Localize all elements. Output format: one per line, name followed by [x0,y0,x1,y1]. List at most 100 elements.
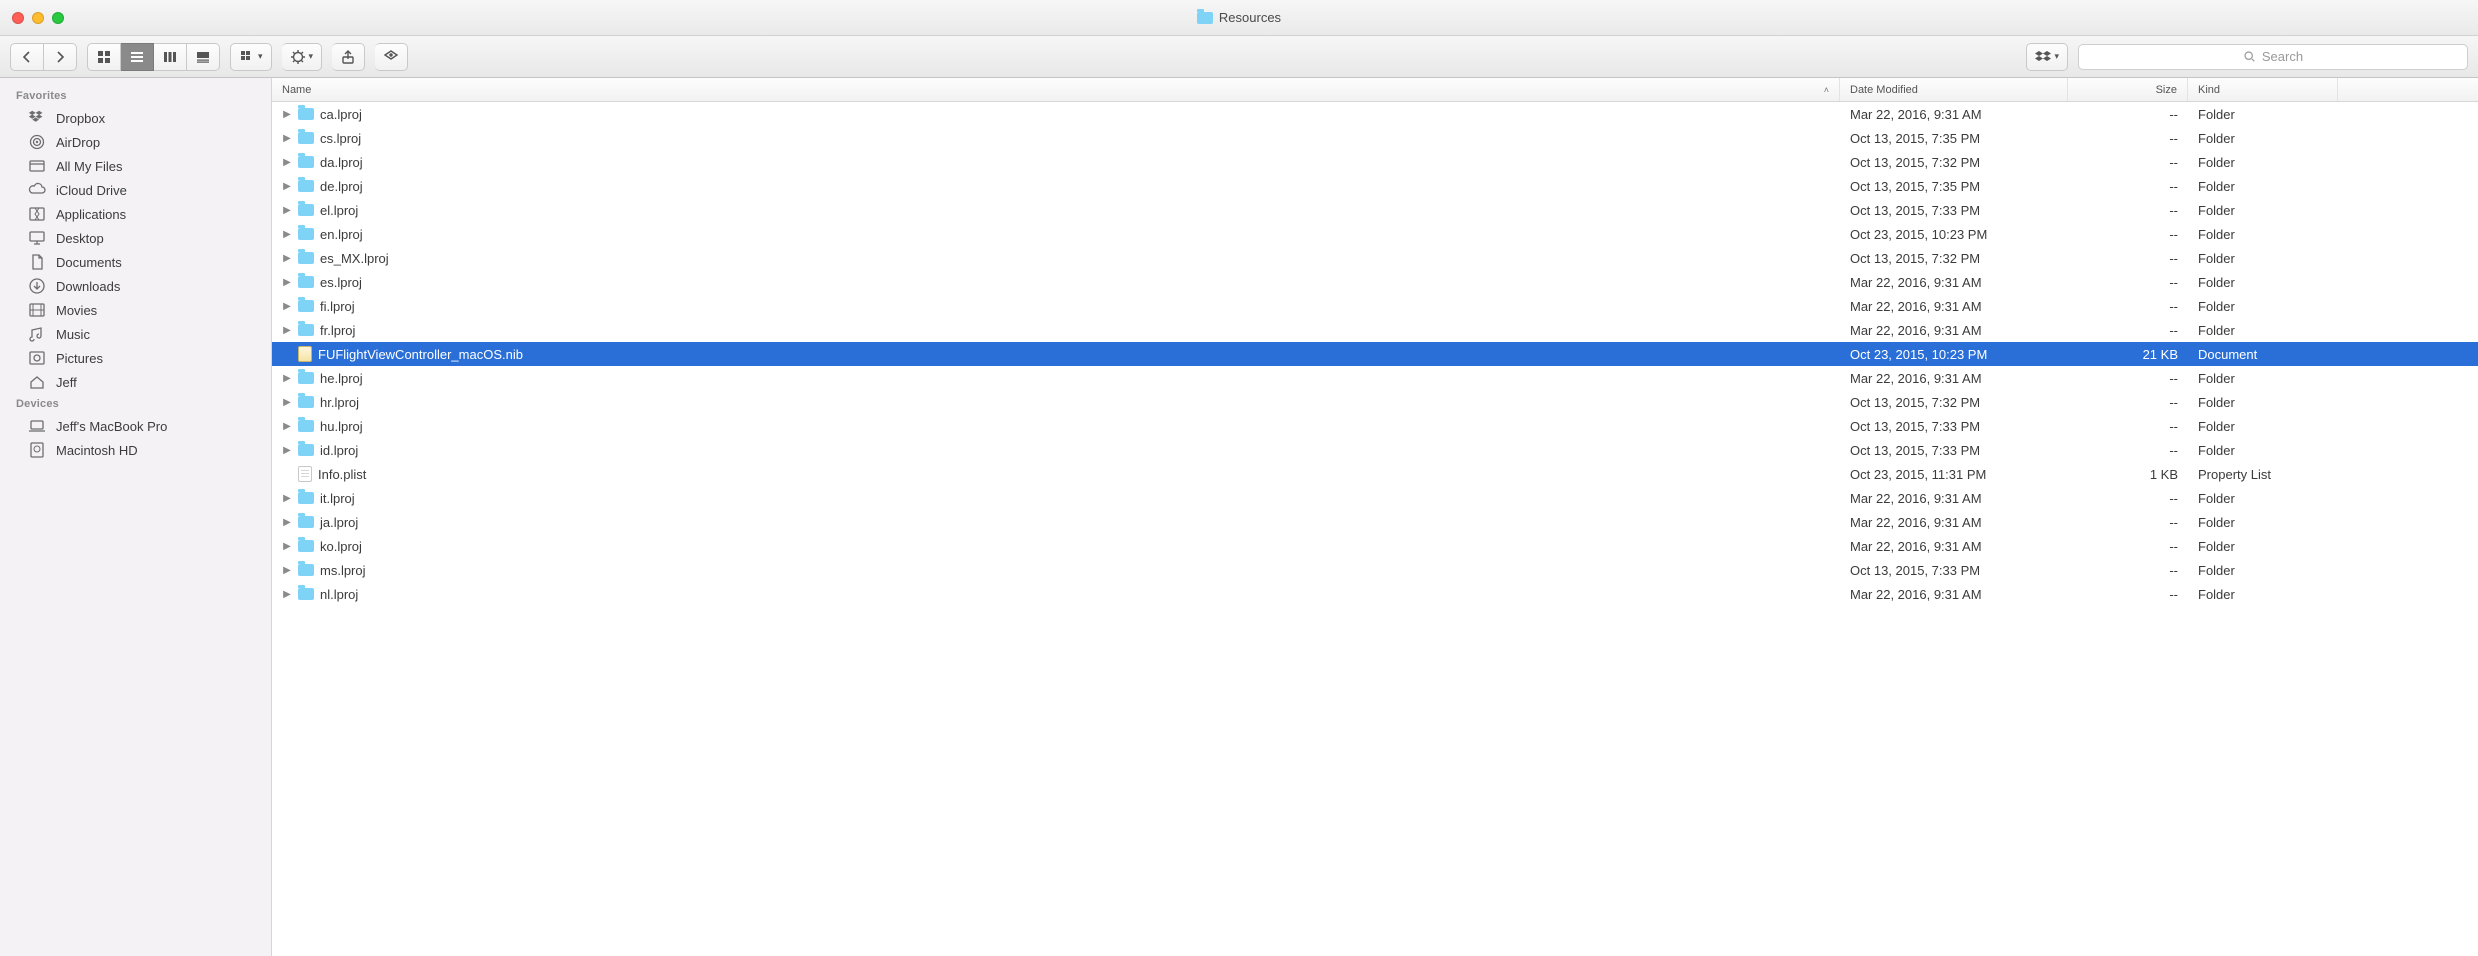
sidebar-item-label: Music [56,327,90,342]
arrange-button[interactable]: ▾ [230,43,272,71]
disclosure-triangle-icon[interactable]: ▶ [282,445,292,456]
file-row[interactable]: ▶hu.lprojOct 13, 2015, 7:33 PM--Folder [272,414,2478,438]
file-row[interactable]: ▶fr.lprojMar 22, 2016, 9:31 AM--Folder [272,318,2478,342]
tags-button[interactable] [375,43,408,71]
disclosure-triangle-icon[interactable]: ▶ [282,229,292,240]
file-row[interactable]: ▶ms.lprojOct 13, 2015, 7:33 PM--Folder [272,558,2478,582]
file-row[interactable]: ▶he.lprojMar 22, 2016, 9:31 AM--Folder [272,366,2478,390]
view-coverflow-button[interactable] [187,43,220,71]
file-kind: Folder [2188,227,2338,242]
zoom-button[interactable] [52,12,64,24]
file-size: -- [2068,323,2188,338]
file-name: it.lproj [320,491,355,506]
disclosure-triangle-icon[interactable]: ▶ [282,517,292,528]
sidebar-item-label: Desktop [56,231,104,246]
file-date: Oct 13, 2015, 7:33 PM [1840,443,2068,458]
forward-button[interactable] [44,43,77,71]
file-row[interactable]: ▶id.lprojOct 13, 2015, 7:33 PM--Folder [272,438,2478,462]
disclosure-triangle-icon[interactable]: ▶ [282,541,292,552]
file-row[interactable]: ▶de.lprojOct 13, 2015, 7:35 PM--Folder [272,174,2478,198]
dropbox-toolbar-button[interactable]: ▾ [2026,43,2068,71]
file-date: Oct 23, 2015, 11:31 PM [1840,467,2068,482]
view-list-button[interactable] [121,43,154,71]
disclosure-triangle-icon[interactable]: ▶ [282,277,292,288]
file-size: -- [2068,203,2188,218]
file-row[interactable]: ▶fi.lprojMar 22, 2016, 9:31 AM--Folder [272,294,2478,318]
sidebar-item-all-my-files[interactable]: All My Files [0,154,271,178]
file-row[interactable]: ▶en.lprojOct 23, 2015, 10:23 PM--Folder [272,222,2478,246]
file-date: Oct 13, 2015, 7:32 PM [1840,395,2068,410]
sidebar-item-desktop[interactable]: Desktop [0,226,271,250]
sidebar-item-music[interactable]: Music [0,322,271,346]
file-row[interactable]: ▶da.lprojOct 13, 2015, 7:32 PM--Folder [272,150,2478,174]
column-size[interactable]: Size [2068,78,2188,101]
sidebar-item-documents[interactable]: Documents [0,250,271,274]
file-kind: Property List [2188,467,2338,482]
action-button[interactable]: ▾ [282,43,323,71]
file-row[interactable]: ▶ko.lprojMar 22, 2016, 9:31 AM--Folder [272,534,2478,558]
sidebar-item-jeff[interactable]: Jeff [0,370,271,394]
disclosure-triangle-icon[interactable]: ▶ [282,373,292,384]
folder-icon [298,516,314,528]
share-button[interactable] [332,43,365,71]
file-rows: ▶ca.lprojMar 22, 2016, 9:31 AM--Folder▶c… [272,102,2478,956]
sidebar-item-label: Applications [56,207,126,222]
disclosure-triangle-icon[interactable]: ▶ [282,253,292,264]
disclosure-triangle-icon[interactable]: ▶ [282,133,292,144]
folder-icon [298,300,314,312]
sidebar-item-macintosh-hd[interactable]: Macintosh HD [0,438,271,462]
sidebar-item-movies[interactable]: Movies [0,298,271,322]
file-date: Mar 22, 2016, 9:31 AM [1840,107,2068,122]
view-column-button[interactable] [154,43,187,71]
file-row[interactable]: ▶es.lprojMar 22, 2016, 9:31 AM--Folder [272,270,2478,294]
disclosure-triangle-icon[interactable]: ▶ [282,301,292,312]
file-name: id.lproj [320,443,358,458]
disclosure-triangle-icon[interactable]: ▶ [282,493,292,504]
sidebar-item-pictures[interactable]: Pictures [0,346,271,370]
disclosure-triangle-icon[interactable]: ▶ [282,565,292,576]
file-date: Mar 22, 2016, 9:31 AM [1840,587,2068,602]
minimize-button[interactable] [32,12,44,24]
documents-icon [28,253,46,271]
file-row[interactable]: ▶el.lprojOct 13, 2015, 7:33 PM--Folder [272,198,2478,222]
file-row[interactable]: ▶ca.lprojMar 22, 2016, 9:31 AM--Folder [272,102,2478,126]
disclosure-triangle-icon[interactable]: ▶ [282,157,292,168]
file-date: Oct 23, 2015, 10:23 PM [1840,347,2068,362]
sidebar-item-icloud-drive[interactable]: iCloud Drive [0,178,271,202]
file-row[interactable]: Info.plistOct 23, 2015, 11:31 PM1 KBProp… [272,462,2478,486]
sidebar-item-jeff-s-macbook-pro[interactable]: Jeff's MacBook Pro [0,414,271,438]
sidebar-heading: Devices [0,394,271,414]
file-row[interactable]: ▶es_MX.lprojOct 13, 2015, 7:32 PM--Folde… [272,246,2478,270]
disclosure-triangle-icon[interactable]: ▶ [282,421,292,432]
file-row[interactable]: ▶ja.lprojMar 22, 2016, 9:31 AM--Folder [272,510,2478,534]
folder-icon [298,396,314,408]
disclosure-triangle-icon[interactable]: ▶ [282,325,292,336]
sidebar-item-airdrop[interactable]: AirDrop [0,130,271,154]
folder-icon [298,108,314,120]
disclosure-triangle-icon[interactable]: ▶ [282,181,292,192]
file-date: Mar 22, 2016, 9:31 AM [1840,515,2068,530]
column-kind[interactable]: Kind [2188,78,2338,101]
file-name: FUFlightViewController_macOS.nib [318,347,523,362]
file-date: Oct 13, 2015, 7:33 PM [1840,203,2068,218]
search-field[interactable]: Search [2078,44,2468,70]
disclosure-triangle-icon[interactable]: ▶ [282,205,292,216]
file-kind: Document [2188,347,2338,362]
file-row[interactable]: ▶it.lprojMar 22, 2016, 9:31 AM--Folder [272,486,2478,510]
file-row[interactable]: FUFlightViewController_macOS.nib Oct 23, … [272,342,2478,366]
disclosure-triangle-icon[interactable]: ▶ [282,397,292,408]
close-button[interactable] [12,12,24,24]
sidebar-item-dropbox[interactable]: Dropbox [0,106,271,130]
sidebar-item-downloads[interactable]: Downloads [0,274,271,298]
folder-icon [298,132,314,144]
back-button[interactable] [10,43,44,71]
file-row[interactable]: ▶nl.lprojMar 22, 2016, 9:31 AM--Folder [272,582,2478,606]
file-row[interactable]: ▶cs.lprojOct 13, 2015, 7:35 PM--Folder [272,126,2478,150]
disclosure-triangle-icon[interactable]: ▶ [282,589,292,600]
sidebar-item-applications[interactable]: Applications [0,202,271,226]
view-icon-button[interactable] [87,43,121,71]
file-row[interactable]: ▶hr.lprojOct 13, 2015, 7:32 PM--Folder [272,390,2478,414]
column-name[interactable]: Name˄ [272,78,1840,101]
disclosure-triangle-icon[interactable]: ▶ [282,109,292,120]
column-date[interactable]: Date Modified [1840,78,2068,101]
